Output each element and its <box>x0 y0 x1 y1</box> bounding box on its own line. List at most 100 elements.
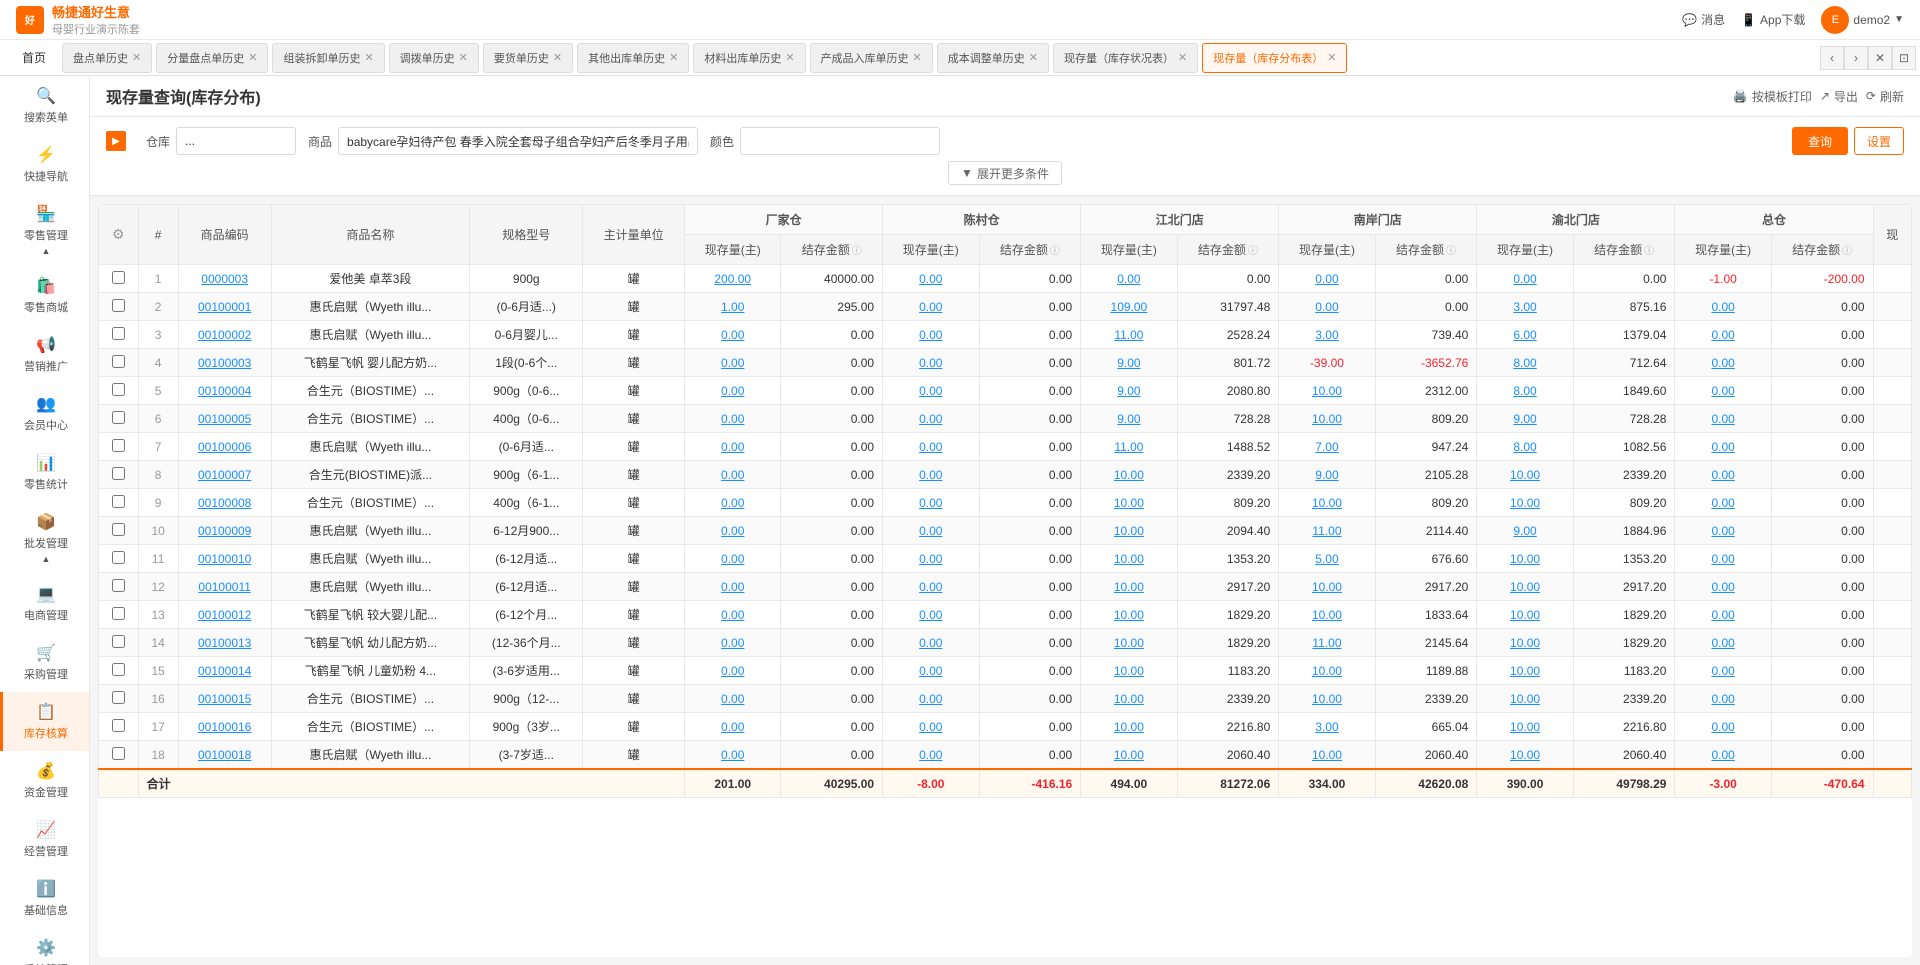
cell-checkbox[interactable] <box>99 293 139 321</box>
tab-expand-btn[interactable]: ⊡ <box>1892 46 1916 70</box>
cell-checkbox[interactable] <box>99 489 139 517</box>
cell-checkbox[interactable] <box>99 545 139 573</box>
tab-close-btn[interactable]: ✕ <box>553 51 562 64</box>
filter-expand-arrow[interactable]: ▶ <box>106 131 126 151</box>
tab-close-all-btn[interactable]: ✕ <box>1868 46 1892 70</box>
sidebar-item-3[interactable]: 🛍️零售商城 <box>0 266 89 325</box>
sidebar-item-12[interactable]: 📈经营管理 <box>0 810 89 869</box>
cell-code[interactable]: 00100006 <box>178 433 271 461</box>
cell-checkbox[interactable] <box>99 265 139 293</box>
sidebar-item-2[interactable]: 🏪零售管理▲ <box>0 194 89 266</box>
cell-checkbox[interactable] <box>99 629 139 657</box>
set-button[interactable]: 设置 <box>1854 127 1904 155</box>
cell-checkbox[interactable] <box>99 573 139 601</box>
sidebar-item-1[interactable]: ⚡快捷导航 <box>0 135 89 194</box>
tab-close-btn[interactable]: ✕ <box>913 51 922 64</box>
query-button[interactable]: 查询 <box>1792 127 1848 155</box>
tab-item-9[interactable]: 现存量（库存状况表）✕ <box>1053 43 1198 73</box>
cell-code[interactable]: 00100013 <box>178 629 271 657</box>
cell-checkbox[interactable] <box>99 349 139 377</box>
cell-jiangbei-amt: 1488.52 <box>1177 433 1279 461</box>
app-download-btn[interactable]: 📱 App下载 <box>1741 11 1805 28</box>
tab-item-4[interactable]: 要货单历史✕ <box>483 43 573 73</box>
cell-current <box>1873 741 1912 770</box>
tab-close-btn[interactable]: ✕ <box>459 51 468 64</box>
tab-home[interactable]: 首页 <box>8 40 60 76</box>
tab-item-6[interactable]: 材料出库单历史✕ <box>693 43 805 73</box>
cell-checkbox[interactable] <box>99 433 139 461</box>
user-area[interactable]: E demo2 ▼ <box>1821 6 1904 34</box>
cell-jiangbei-qty: 10.00 <box>1081 517 1177 545</box>
tab-close-btn[interactable]: ✕ <box>669 51 678 64</box>
cell-code[interactable]: 00100007 <box>178 461 271 489</box>
cell-code[interactable]: 0000003 <box>178 265 271 293</box>
expand-more-btn[interactable]: ▼ 展开更多条件 <box>948 161 1062 185</box>
cell-checkbox[interactable] <box>99 321 139 349</box>
cell-code[interactable]: 00100012 <box>178 601 271 629</box>
cell-code[interactable]: 00100004 <box>178 377 271 405</box>
cell-code[interactable]: 00100011 <box>178 573 271 601</box>
warehouse-input[interactable] <box>176 127 296 155</box>
cell-checkbox[interactable] <box>99 713 139 741</box>
col-nanan-qty: 现存量(主) <box>1279 235 1375 265</box>
print-btn[interactable]: 🖨️ 按模板打印 <box>1733 88 1812 105</box>
goods-input[interactable] <box>338 127 698 155</box>
sidebar-item-0[interactable]: 🔍搜索英单 <box>0 76 89 135</box>
cell-code[interactable]: 00100015 <box>178 685 271 713</box>
tab-item-10[interactable]: 现存量（库存分布表）✕ <box>1202 43 1347 73</box>
cell-checkbox[interactable] <box>99 377 139 405</box>
cell-code[interactable]: 00100008 <box>178 489 271 517</box>
cell-checkbox[interactable] <box>99 517 139 545</box>
cell-checkbox[interactable] <box>99 657 139 685</box>
col-settings[interactable]: ⚙ <box>99 205 139 265</box>
cell-checkbox[interactable] <box>99 405 139 433</box>
cell-zongcang-amt: 0.00 <box>1771 517 1873 545</box>
color-input[interactable] <box>740 127 940 155</box>
cell-code[interactable]: 00100009 <box>178 517 271 545</box>
tab-item-8[interactable]: 成本调整单历史✕ <box>937 43 1049 73</box>
cell-code[interactable]: 00100018 <box>178 741 271 770</box>
tab-item-3[interactable]: 调拨单历史✕ <box>389 43 479 73</box>
export-btn[interactable]: ↗ 导出 <box>1820 88 1858 105</box>
tab-close-btn[interactable]: ✕ <box>1327 51 1336 64</box>
tab-item-1[interactable]: 分量盘点单历史✕ <box>156 43 268 73</box>
tab-next-btn[interactable]: › <box>1844 46 1868 70</box>
tab-item-0[interactable]: 盘点单历史✕ <box>62 43 152 73</box>
cell-yubei-qty: 10.00 <box>1477 713 1573 741</box>
cell-current <box>1873 377 1912 405</box>
cell-code[interactable]: 00100005 <box>178 405 271 433</box>
sidebar-item-8[interactable]: 💻电商管理 <box>0 574 89 633</box>
tab-prev-btn[interactable]: ‹ <box>1820 46 1844 70</box>
tab-close-btn[interactable]: ✕ <box>248 51 257 64</box>
cell-checkbox[interactable] <box>99 685 139 713</box>
tab-close-btn[interactable]: ✕ <box>364 51 373 64</box>
tab-close-btn[interactable]: ✕ <box>132 51 141 64</box>
cell-checkbox[interactable] <box>99 601 139 629</box>
sidebar-item-14[interactable]: ⚙️系统管理 <box>0 928 89 965</box>
sidebar-item-7[interactable]: 📦批发管理▲ <box>0 502 89 574</box>
sidebar-item-9[interactable]: 🛒采购管理 <box>0 633 89 692</box>
refresh-btn[interactable]: ⟳ 刷新 <box>1866 88 1904 105</box>
tab-close-btn[interactable]: ✕ <box>1029 51 1038 64</box>
sidebar-item-5[interactable]: 👥会员中心 <box>0 384 89 443</box>
sidebar-item-11[interactable]: 💰资金管理 <box>0 751 89 810</box>
cell-code[interactable]: 00100001 <box>178 293 271 321</box>
sidebar-item-13[interactable]: ℹ️基础信息 <box>0 869 89 928</box>
tab-item-7[interactable]: 产成品入库单历史✕ <box>810 43 933 73</box>
cell-code[interactable]: 00100003 <box>178 349 271 377</box>
cell-code[interactable]: 00100016 <box>178 713 271 741</box>
message-btn[interactable]: 💬 消息 <box>1682 11 1725 28</box>
cell-checkbox[interactable] <box>99 461 139 489</box>
footer-yubei-amt: 49798.29 <box>1573 769 1675 798</box>
tab-item-5[interactable]: 其他出库单历史✕ <box>577 43 689 73</box>
tab-close-btn[interactable]: ✕ <box>1178 51 1187 64</box>
sidebar-item-10[interactable]: 📋库存核算 <box>0 692 89 751</box>
cell-checkbox[interactable] <box>99 741 139 770</box>
sidebar-item-4[interactable]: 📢营销推广 <box>0 325 89 384</box>
cell-code[interactable]: 00100002 <box>178 321 271 349</box>
tab-item-2[interactable]: 组装拆卸单历史✕ <box>272 43 384 73</box>
cell-code[interactable]: 00100010 <box>178 545 271 573</box>
tab-close-btn[interactable]: ✕ <box>785 51 794 64</box>
sidebar-item-6[interactable]: 📊零售统计 <box>0 443 89 502</box>
cell-code[interactable]: 00100014 <box>178 657 271 685</box>
